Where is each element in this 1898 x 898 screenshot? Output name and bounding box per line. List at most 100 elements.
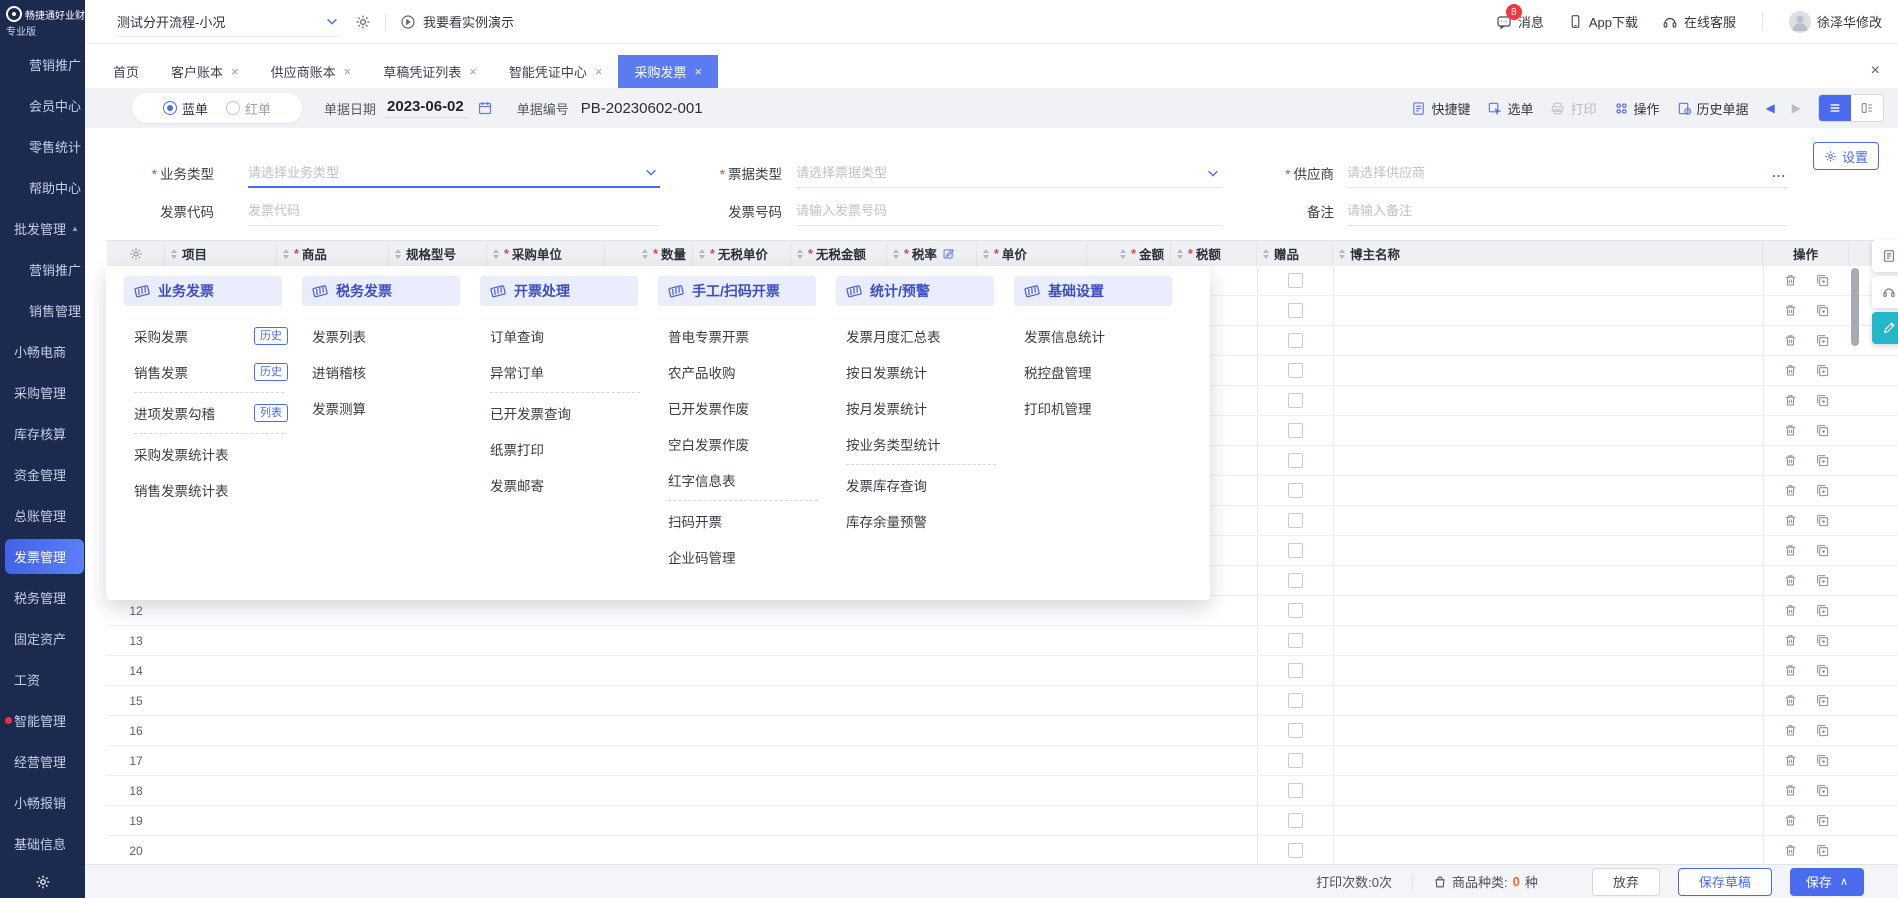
menu-item[interactable]: 发票月度汇总表 [836, 318, 1014, 354]
column-header-gear[interactable] [107, 241, 165, 266]
menu-section-title-1[interactable]: 税务发票 [302, 276, 460, 306]
supplier-more-icon[interactable]: ... [1772, 165, 1786, 180]
sort-icon[interactable] [1177, 248, 1183, 259]
column-header-商品[interactable]: * 商品 [277, 241, 389, 266]
row-delete-button[interactable] [1780, 450, 1802, 472]
column-header-采购单位[interactable]: * 采购单位 [487, 241, 605, 266]
tab-close-icon[interactable]: × [694, 64, 702, 79]
menu-item[interactable]: 销售发票统计表 [124, 472, 302, 508]
row-delete-button[interactable] [1780, 840, 1802, 862]
sort-icon[interactable] [1263, 248, 1269, 259]
column-header-数量[interactable]: * 数量 [605, 241, 693, 266]
discard-button[interactable]: 放弃 [1591, 867, 1660, 896]
menu-section-title-4[interactable]: 统计/预警 [836, 276, 994, 306]
sidebar-item-17[interactable]: 经营管理 [0, 741, 85, 782]
sidebar-item-15[interactable]: 工资 [0, 659, 85, 700]
gift-checkbox[interactable] [1288, 753, 1303, 768]
dock-service-button[interactable] [1872, 276, 1898, 308]
sort-icon[interactable] [1339, 248, 1345, 259]
remark-input[interactable] [1347, 196, 1788, 226]
dock-doc-button[interactable] [1872, 240, 1898, 272]
menu-item[interactable]: 纸票打印 [480, 431, 658, 467]
sidebar-settings-button[interactable] [0, 874, 85, 890]
tab-0[interactable]: 首页 [97, 55, 155, 88]
column-header-单价[interactable]: * 单价 [977, 241, 1087, 266]
next-doc-button[interactable]: ▶ [1792, 101, 1801, 115]
menu-item[interactable]: 已开发票作废 [658, 390, 836, 426]
sort-icon[interactable] [395, 248, 401, 259]
menu-item[interactable]: 按日发票统计 [836, 354, 1014, 390]
invoice-number-input[interactable] [796, 196, 1222, 226]
toolbar-action-3[interactable]: 操作 [1614, 99, 1660, 118]
gift-checkbox[interactable] [1288, 573, 1303, 588]
gift-checkbox[interactable] [1288, 603, 1303, 618]
app-download-button[interactable]: App下载 [1568, 12, 1638, 31]
menu-item-badge[interactable]: 历史 [254, 327, 288, 345]
gift-checkbox[interactable] [1288, 303, 1303, 318]
sort-icon[interactable] [283, 248, 289, 259]
menu-item[interactable]: 异常订单 [480, 354, 658, 390]
column-header-无税金额[interactable]: * 无税金额 [791, 241, 887, 266]
sidebar-item-19[interactable]: 基础信息 [0, 823, 85, 864]
workspace-settings-gear-icon[interactable] [355, 14, 371, 30]
row-delete-button[interactable] [1780, 510, 1802, 532]
calendar-icon[interactable] [477, 100, 493, 116]
row-copy-button[interactable] [1812, 270, 1834, 292]
blue-doc-radio[interactable]: 蓝单 [162, 99, 208, 118]
row-copy-button[interactable] [1812, 330, 1834, 352]
settings-button[interactable]: 设置 [1813, 142, 1880, 170]
menu-item[interactable]: 企业码管理 [658, 539, 836, 575]
row-copy-button[interactable] [1812, 840, 1834, 862]
tab-2[interactable]: 供应商账本 × [255, 55, 368, 88]
menu-item[interactable]: 发票列表 [302, 318, 480, 354]
gift-checkbox[interactable] [1288, 273, 1303, 288]
column-header-无税单价[interactable]: * 无税单价 [693, 241, 791, 266]
menu-item[interactable]: 扫码开票 [658, 503, 836, 539]
sidebar-item-16[interactable]: 智能管理 [0, 700, 85, 741]
gift-checkbox[interactable] [1288, 363, 1303, 378]
sidebar-item-14[interactable]: 固定资产 [0, 618, 85, 659]
prev-doc-button[interactable]: ◀ [1766, 101, 1775, 115]
column-header-赠品[interactable]: 赠品 [1257, 241, 1333, 266]
menu-item[interactable]: 农产品收购 [658, 354, 836, 390]
sort-icon[interactable] [699, 248, 705, 259]
row-delete-button[interactable] [1780, 690, 1802, 712]
menu-item[interactable]: 进销稽核 [302, 354, 480, 390]
workspace-select[interactable]: 测试分开流程-小况 [117, 7, 339, 37]
menu-item-badge[interactable]: 列表 [254, 404, 288, 422]
row-copy-button[interactable] [1812, 390, 1834, 412]
menu-item[interactable]: 销售发票 历史 [124, 354, 302, 390]
menu-item[interactable]: 空白发票作废 [658, 426, 836, 462]
column-header-税额[interactable]: * 税额 [1171, 241, 1257, 266]
gift-checkbox[interactable] [1288, 423, 1303, 438]
sidebar-item-13[interactable]: 税务管理 [0, 577, 85, 618]
column-header-规格型号[interactable]: 规格型号 [389, 241, 487, 266]
menu-item[interactable]: 库存余量预警 [836, 503, 1014, 539]
sidebar-item-10[interactable]: 资金管理 [0, 454, 85, 495]
sidebar-item-11[interactable]: 总账管理 [0, 495, 85, 536]
row-delete-button[interactable] [1780, 570, 1802, 592]
row-delete-button[interactable] [1780, 480, 1802, 502]
row-copy-button[interactable] [1812, 420, 1834, 442]
column-header-金额[interactable]: * 金额 [1087, 241, 1171, 266]
menu-section-title-5[interactable]: 基础设置 [1014, 276, 1172, 306]
menu-item[interactable]: 采购发票 历史 [124, 318, 302, 354]
menu-item[interactable]: 发票库存查询 [836, 467, 1014, 503]
sort-icon[interactable] [1120, 248, 1127, 259]
ticket-type-select[interactable] [796, 158, 1222, 188]
sidebar-item-1[interactable]: 会员中心 [0, 85, 85, 126]
sidebar-item-5[interactable]: 营销推广 [0, 249, 85, 290]
row-copy-button[interactable] [1812, 480, 1834, 502]
row-copy-button[interactable] [1812, 630, 1834, 652]
gift-checkbox[interactable] [1288, 633, 1303, 648]
menu-item[interactable]: 红字信息表 [658, 462, 836, 498]
menu-item[interactable]: 发票测算 [302, 390, 480, 426]
row-copy-button[interactable] [1812, 510, 1834, 532]
row-copy-button[interactable] [1812, 570, 1834, 592]
gift-checkbox[interactable] [1288, 513, 1303, 528]
column-header-税率[interactable]: * 税率 [887, 241, 977, 266]
menu-item[interactable]: 按业务类型统计 [836, 426, 1014, 462]
row-delete-button[interactable] [1780, 810, 1802, 832]
invoice-code-input[interactable] [248, 196, 660, 226]
row-copy-button[interactable] [1812, 720, 1834, 742]
